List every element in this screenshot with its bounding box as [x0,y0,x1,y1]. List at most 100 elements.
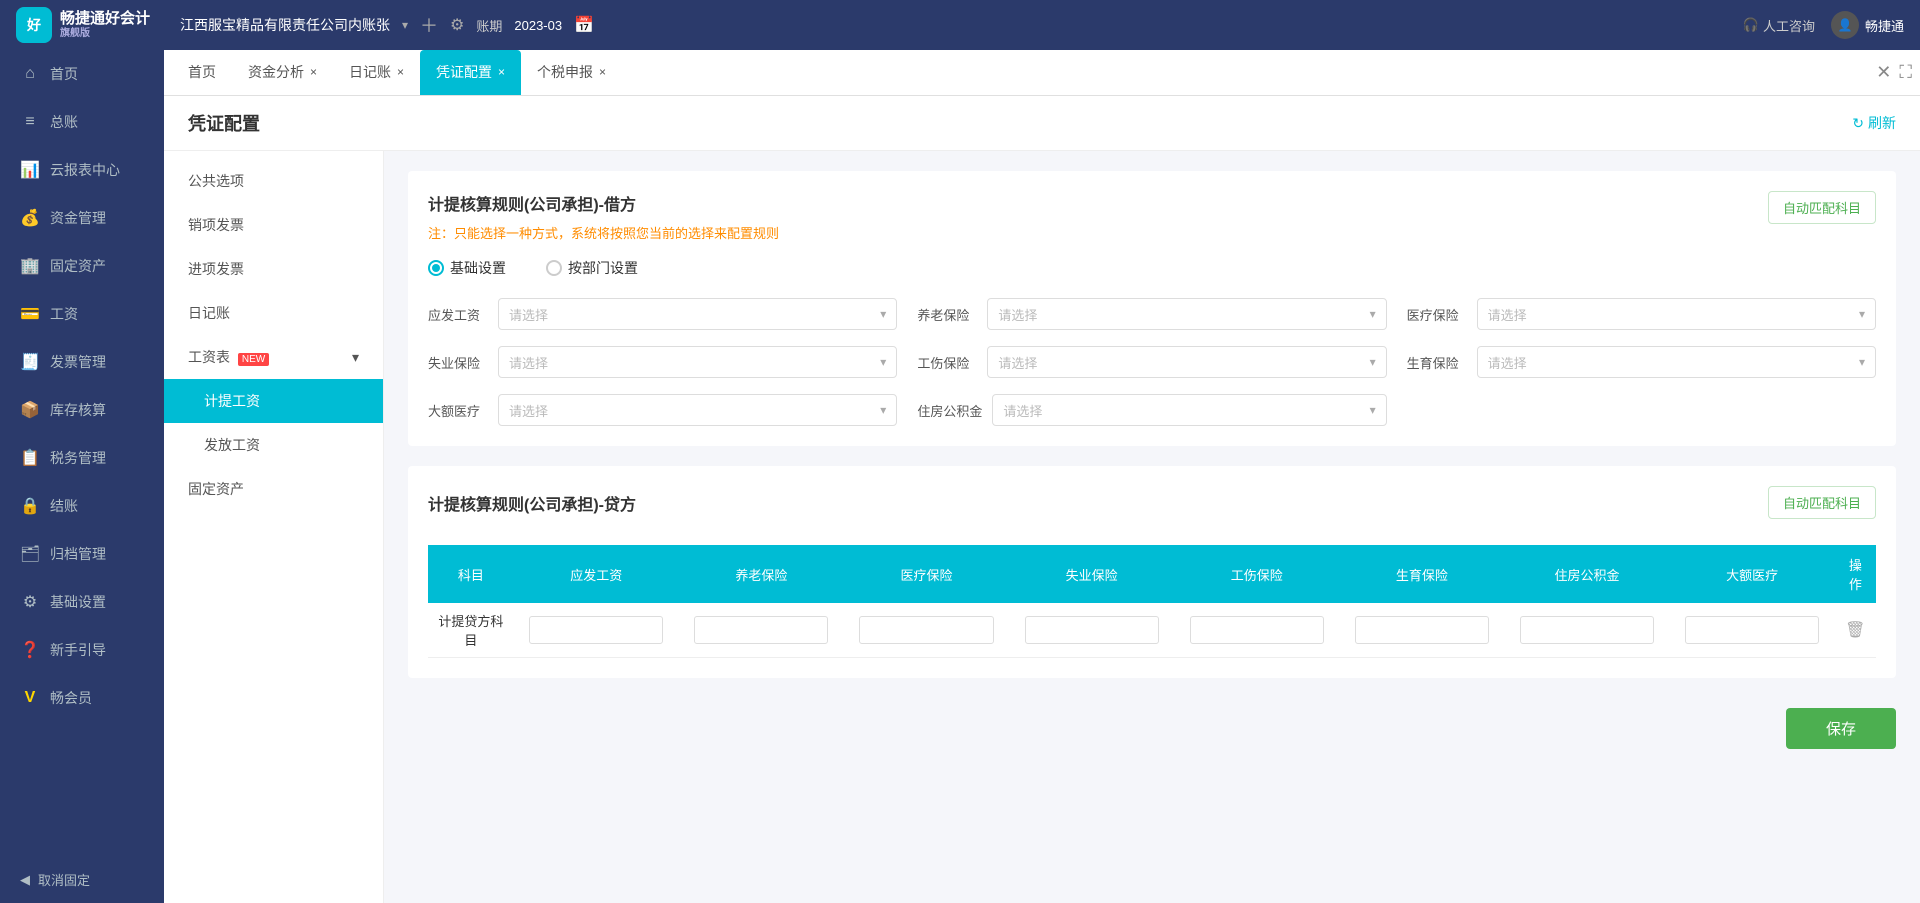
save-section: 保存 [408,698,1896,769]
sidebar-label-ledger: 总账 [50,112,78,132]
content-wrapper: 公共选项 销项发票 进项发票 日记账 工资表 NEW [164,151,1920,903]
sidebar-item-close[interactable]: 🔒 结账 [0,482,164,530]
credit-section: 计提核算规则(公司承担)-贷方 自动匹配科目 科目 应发工资 养老保险 医疗保险 [408,466,1896,678]
sidebar-item-settings[interactable]: ⚙ 基础设置 [0,578,164,626]
field-unemployment: 失业保险 请选择 ▾ [428,346,897,378]
nav-journal-label: 日记账 [188,303,230,323]
period-label: 账期 [476,16,502,35]
nav-pay-salary[interactable]: 发放工资 [164,423,383,467]
save-button[interactable]: 保存 [1786,708,1896,749]
nav-journal[interactable]: 日记账 [164,291,383,335]
pin-icon: ◀ [20,872,30,888]
select-large-medical[interactable]: 请选择 ▾ [498,394,897,426]
nav-fixed-assets[interactable]: 固定资产 [164,467,383,511]
tab-close-icon[interactable]: ✕ [1876,62,1891,83]
delete-row-icon[interactable]: 🗑 [1845,622,1865,639]
chevron-down-icon: ▾ [880,355,886,369]
home-icon: ⌂ [20,65,40,83]
input-apply-salary[interactable] [529,616,663,644]
field-medical: 医疗保险 请选择 ▾ [1407,298,1876,330]
page-title: 凭证配置 [188,110,260,136]
select-injury[interactable]: 请选择 ▾ [987,346,1386,378]
tab-home-label: 首页 [188,62,216,82]
sidebar-item-home[interactable]: ⌂ 首页 [0,50,164,98]
tab-voucher-close[interactable]: × [498,65,505,79]
debit-auto-match-button[interactable]: 自动匹配科目 [1768,191,1876,224]
tab-home[interactable]: 首页 [172,50,232,95]
label-unemployment: 失业保险 [428,353,488,372]
td-maternity [1339,603,1504,658]
chevron-down-icon: ▾ [1370,403,1376,417]
radio-basic-label: 基础设置 [450,258,506,278]
sidebar-item-assets[interactable]: 🏢 固定资产 [0,242,164,290]
sidebar-item-tax[interactable]: 📋 税务管理 [0,434,164,482]
th-medical: 医疗保险 [844,545,1009,603]
sidebar-label-salary: 工资 [50,304,78,324]
select-medical[interactable]: 请选择 ▾ [1477,298,1876,330]
tab-voucher-label: 凭证配置 [436,62,492,82]
sidebar-item-reports[interactable]: 📊 云报表中心 [0,146,164,194]
tab-capital-analysis[interactable]: 资金分析 × [232,50,333,95]
nav-calc-salary[interactable]: 计提工资 [164,379,383,423]
sidebar-item-archive[interactable]: 🗂 归档管理 [0,530,164,578]
select-pension[interactable]: 请选择 ▾ [987,298,1386,330]
input-injury[interactable] [1190,616,1324,644]
field-pension: 养老保险 请选择 ▾ [917,298,1386,330]
nav-sales[interactable]: 销项发票 [164,203,383,247]
service-button[interactable]: 🎧 人工咨询 [1743,16,1815,35]
sidebar-label-inventory: 库存核算 [50,400,106,420]
input-large-medical[interactable] [1685,616,1819,644]
radio-dept[interactable]: 按部门设置 [546,258,638,278]
reports-icon: 📊 [20,160,40,180]
credit-auto-match-button[interactable]: 自动匹配科目 [1768,486,1876,519]
user-avatar: 👤 [1831,11,1859,39]
cancel-pin-button[interactable]: ◀ 取消固定 [0,856,164,903]
input-maternity[interactable] [1355,616,1489,644]
debit-section-title: 计提核算规则(公司承担)-借方 [428,191,779,215]
refresh-label: 刷新 [1868,113,1896,133]
sidebar-item-guide[interactable]: ❓ 新手引导 [0,626,164,674]
refresh-button[interactable]: ↻ 刷新 [1852,113,1896,133]
label-maternity: 生育保险 [1407,353,1467,372]
calendar-icon[interactable]: 📅 [574,15,594,35]
sidebar-item-salary[interactable]: 💳 工资 [0,290,164,338]
input-pension[interactable] [694,616,828,644]
radio-dept-circle [546,260,562,276]
tab-journal-close[interactable]: × [397,65,404,79]
user-info[interactable]: 👤 畅捷通 [1831,11,1904,39]
tab-tax-close[interactable]: × [599,65,606,79]
nav-purchase[interactable]: 进项发票 [164,247,383,291]
sidebar-label-settings: 基础设置 [50,592,106,612]
select-unemployment[interactable]: 请选择 ▾ [498,346,897,378]
settings-icon[interactable]: ⚙ [450,15,464,35]
credit-section-title: 计提核算规则(公司承担)-贷方 [428,491,636,515]
add-company-icon[interactable]: ＋ [420,12,438,38]
content-area: 首页 资金分析 × 日记账 × 凭证配置 × 个税申报 × ✕ ⛶ [164,50,1920,903]
nav-fixed-assets-label: 固定资产 [188,479,244,499]
tab-expand-icon[interactable]: ⛶ [1899,62,1912,83]
headphone-icon: 🎧 [1743,17,1759,33]
select-injury-placeholder: 请选择 [998,353,1037,372]
nav-public[interactable]: 公共选项 [164,159,383,203]
input-medical[interactable] [859,616,993,644]
assets-icon: 🏢 [20,256,40,276]
tab-voucher-config[interactable]: 凭证配置 × [420,50,521,95]
sidebar-item-inventory[interactable]: 📦 库存核算 [0,386,164,434]
input-unemployment[interactable] [1025,616,1159,644]
nav-salary-table[interactable]: 工资表 NEW ▾ [164,335,383,379]
company-dropdown-icon[interactable]: ▾ [402,18,408,32]
select-maternity[interactable]: 请选择 ▾ [1477,346,1876,378]
sidebar-item-invoice[interactable]: 🧾 发票管理 [0,338,164,386]
sidebar-item-capital[interactable]: 💰 资金管理 [0,194,164,242]
tab-journal[interactable]: 日记账 × [333,50,420,95]
tab-tax[interactable]: 个税申报 × [521,50,622,95]
sidebar-item-ledger[interactable]: ≡ 总账 [0,98,164,146]
select-apply-salary[interactable]: 请选择 ▾ [498,298,897,330]
radio-basic[interactable]: 基础设置 [428,258,506,278]
input-housing[interactable] [1520,616,1654,644]
chevron-down-icon: ▾ [880,403,886,417]
select-housing-fund[interactable]: 请选择 ▾ [992,394,1386,426]
tab-capital-close[interactable]: × [310,65,317,79]
th-maternity: 生育保险 [1339,545,1504,603]
sidebar-item-member[interactable]: V 畅会员 [0,674,164,722]
